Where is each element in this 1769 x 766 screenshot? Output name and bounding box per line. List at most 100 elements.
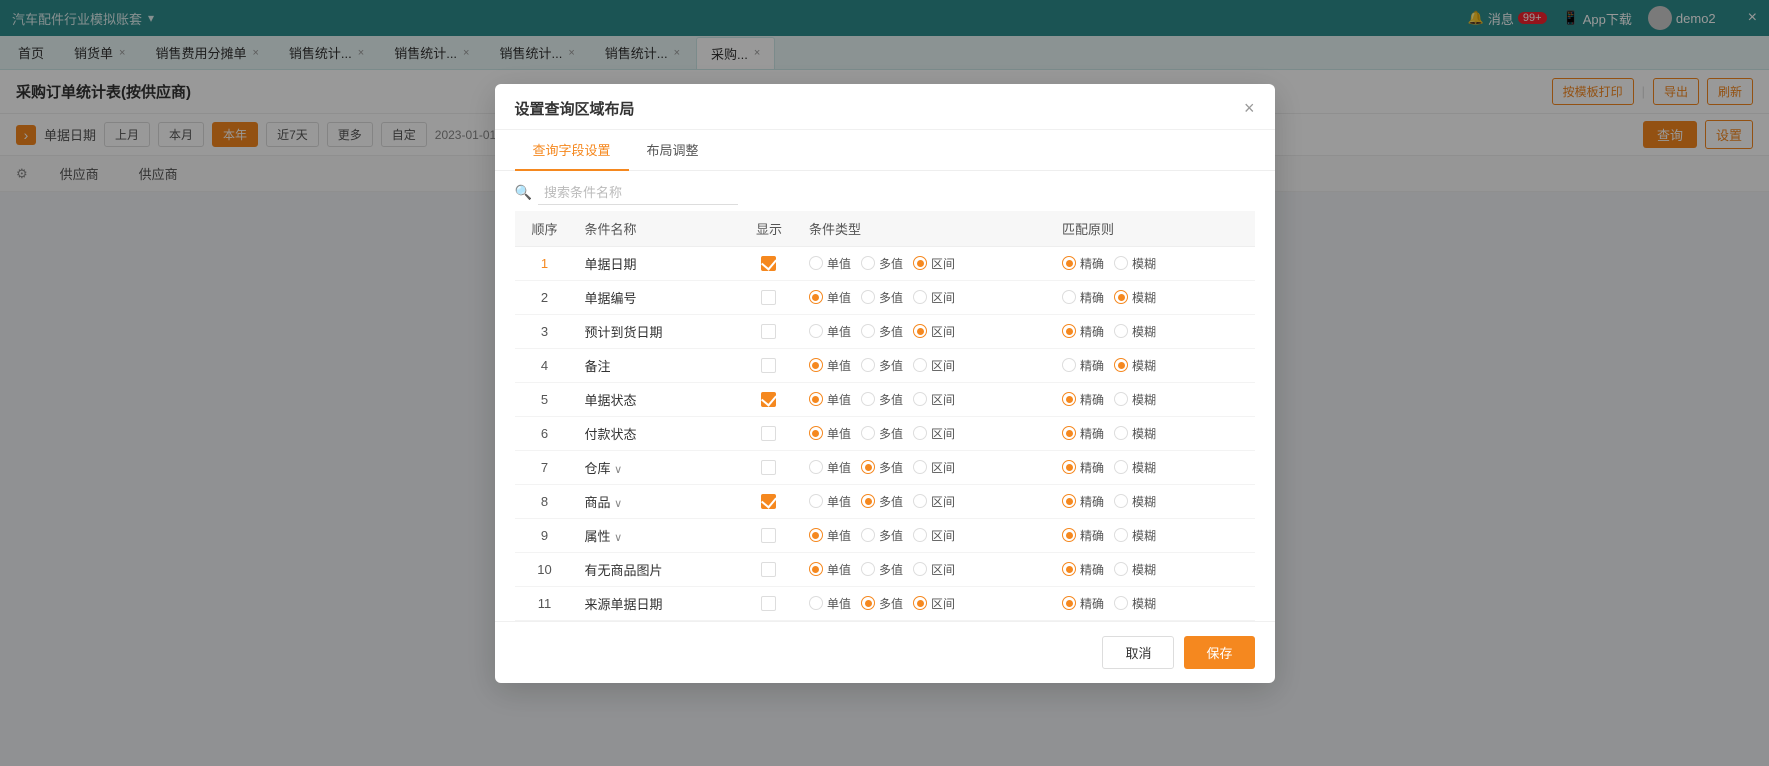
match-radio-exact[interactable] [1062,528,1076,542]
cancel-button[interactable]: 取消 [1102,636,1174,669]
radio-item-range[interactable]: 区间 [913,391,955,408]
match-radio-exact[interactable] [1062,358,1076,372]
radio-item-single[interactable]: 单值 [809,323,851,340]
match-radio-exact[interactable] [1062,256,1076,270]
cell-display[interactable] [739,484,799,518]
match-radio-item-exact[interactable]: 精确 [1062,595,1104,612]
match-radio-fuzzy[interactable] [1114,494,1128,508]
radio-multi[interactable] [861,494,875,508]
cell-display[interactable] [739,382,799,416]
radio-range[interactable] [913,596,927,610]
radio-item-range[interactable]: 区间 [913,357,955,374]
radio-multi[interactable] [861,426,875,440]
match-radio-item-exact[interactable]: 精确 [1062,425,1104,442]
radio-range[interactable] [913,324,927,338]
match-radio-exact[interactable] [1062,392,1076,406]
match-radio-item-fuzzy[interactable]: 模糊 [1114,289,1156,306]
radio-multi[interactable] [861,324,875,338]
radio-range[interactable] [913,290,927,304]
match-radio-exact[interactable] [1062,290,1076,304]
radio-item-single[interactable]: 单值 [809,595,851,612]
radio-range[interactable] [913,392,927,406]
radio-item-multi[interactable]: 多值 [861,289,903,306]
match-radio-item-fuzzy[interactable]: 模糊 [1114,391,1156,408]
radio-range[interactable] [913,562,927,576]
radio-item-single[interactable]: 单值 [809,357,851,374]
match-radio-exact[interactable] [1062,324,1076,338]
tab-layout-adjust[interactable]: 布局调整 [629,130,717,171]
radio-item-range[interactable]: 区间 [913,595,955,612]
match-radio-fuzzy[interactable] [1114,562,1128,576]
radio-item-range[interactable]: 区间 [913,425,955,442]
match-radio-item-fuzzy[interactable]: 模糊 [1114,527,1156,544]
cell-display[interactable] [739,246,799,280]
display-checkbox[interactable] [761,562,776,577]
radio-item-single[interactable]: 单值 [809,425,851,442]
radio-item-range[interactable]: 区间 [913,527,955,544]
cell-display[interactable] [739,552,799,586]
display-checkbox[interactable] [761,358,776,373]
match-radio-exact[interactable] [1062,426,1076,440]
match-radio-fuzzy[interactable] [1114,256,1128,270]
radio-single[interactable] [809,426,823,440]
radio-multi[interactable] [861,290,875,304]
display-checkbox[interactable] [761,460,776,475]
radio-item-single[interactable]: 单值 [809,527,851,544]
match-radio-fuzzy[interactable] [1114,460,1128,474]
radio-item-range[interactable]: 区间 [913,459,955,476]
radio-item-range[interactable]: 区间 [913,561,955,578]
tab-field-settings[interactable]: 查询字段设置 [515,130,629,171]
match-radio-exact[interactable] [1062,596,1076,610]
radio-item-multi[interactable]: 多值 [861,459,903,476]
radio-item-single[interactable]: 单值 [809,561,851,578]
radio-range[interactable] [913,358,927,372]
radio-single[interactable] [809,562,823,576]
radio-multi[interactable] [861,596,875,610]
radio-single[interactable] [809,596,823,610]
match-radio-item-exact[interactable]: 精确 [1062,357,1104,374]
radio-item-multi[interactable]: 多值 [861,391,903,408]
cell-display[interactable] [739,450,799,484]
cell-display[interactable] [739,518,799,552]
radio-multi[interactable] [861,562,875,576]
display-checkbox[interactable] [761,494,776,509]
save-button[interactable]: 保存 [1184,636,1254,669]
radio-item-multi[interactable]: 多值 [861,527,903,544]
radio-range[interactable] [913,528,927,542]
radio-single[interactable] [809,256,823,270]
radio-single[interactable] [809,358,823,372]
radio-single[interactable] [809,460,823,474]
radio-item-range[interactable]: 区间 [913,493,955,510]
match-radio-item-fuzzy[interactable]: 模糊 [1114,323,1156,340]
match-radio-item-exact[interactable]: 精确 [1062,289,1104,306]
radio-item-single[interactable]: 单值 [809,493,851,510]
radio-item-range[interactable]: 区间 [913,323,955,340]
display-checkbox[interactable] [761,290,776,305]
radio-single[interactable] [809,324,823,338]
radio-multi[interactable] [861,392,875,406]
radio-item-multi[interactable]: 多值 [861,595,903,612]
cell-display[interactable] [739,280,799,314]
match-radio-item-fuzzy[interactable]: 模糊 [1114,493,1156,510]
radio-multi[interactable] [861,256,875,270]
display-checkbox[interactable] [761,256,776,271]
match-radio-fuzzy[interactable] [1114,290,1128,304]
radio-range[interactable] [913,460,927,474]
radio-item-multi[interactable]: 多值 [861,323,903,340]
match-radio-fuzzy[interactable] [1114,392,1128,406]
search-input[interactable] [538,181,738,205]
radio-item-single[interactable]: 单值 [809,255,851,272]
radio-range[interactable] [913,494,927,508]
radio-item-multi[interactable]: 多值 [861,357,903,374]
match-radio-item-exact[interactable]: 精确 [1062,493,1104,510]
display-checkbox[interactable] [761,426,776,441]
radio-item-range[interactable]: 区间 [913,255,955,272]
match-radio-item-fuzzy[interactable]: 模糊 [1114,561,1156,578]
radio-item-multi[interactable]: 多值 [861,561,903,578]
match-radio-fuzzy[interactable] [1114,358,1128,372]
radio-item-multi[interactable]: 多值 [861,493,903,510]
cell-display[interactable] [739,314,799,348]
display-checkbox[interactable] [761,392,776,407]
match-radio-item-exact[interactable]: 精确 [1062,459,1104,476]
dialog-close-button[interactable]: × [1244,98,1255,119]
